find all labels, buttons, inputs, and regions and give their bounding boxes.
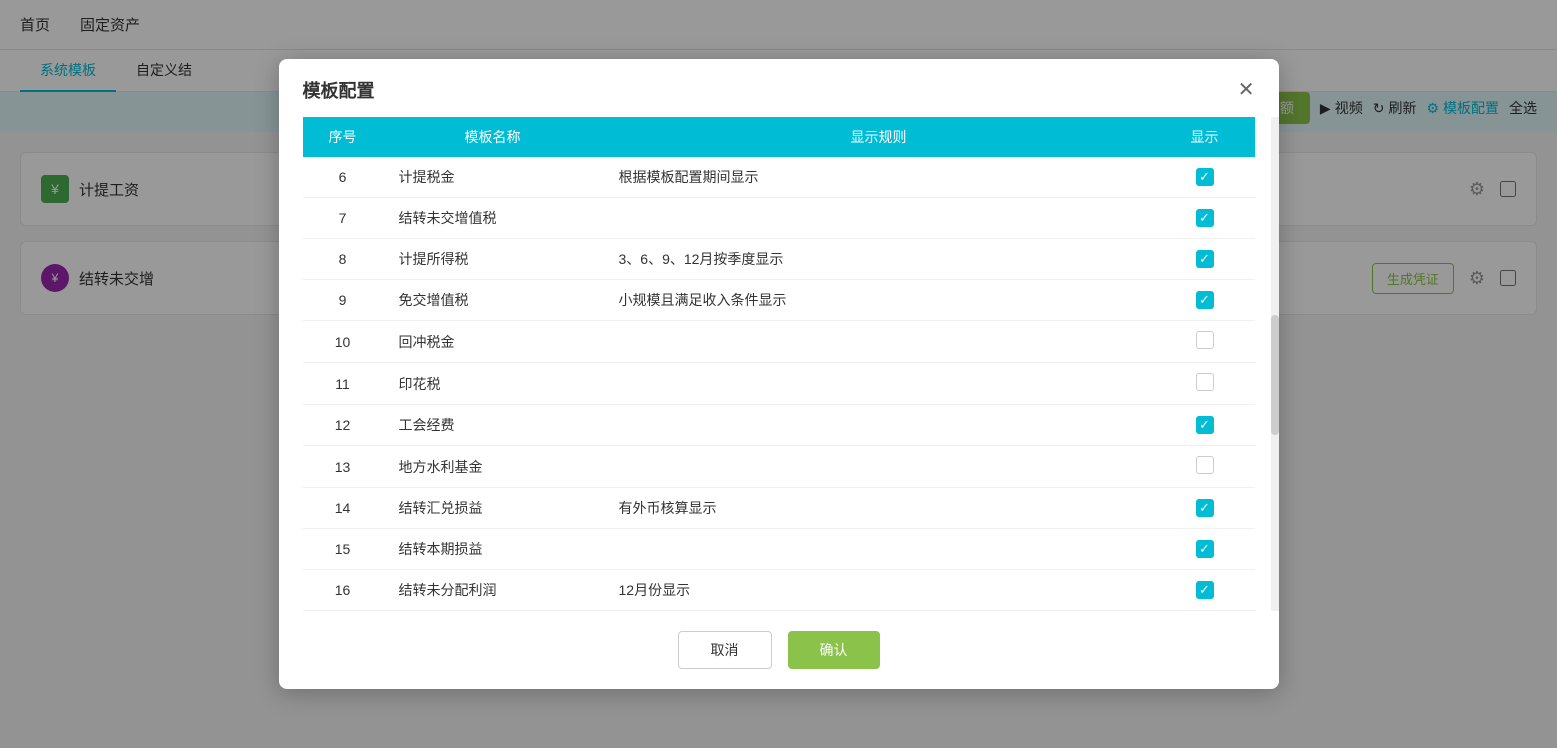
cancel-button[interactable]: 取消 xyxy=(678,631,772,669)
cell-rule: 小规模且满足收入条件显示 xyxy=(603,280,1155,321)
scrollbar-track xyxy=(1271,117,1279,611)
cell-rule: 3、6、9、12月按季度显示 xyxy=(603,239,1155,280)
checkbox-unchecked[interactable] xyxy=(1196,331,1214,349)
cell-checkbox[interactable] xyxy=(1155,198,1255,239)
cell-name: 结转汇兑损益 xyxy=(383,488,603,529)
scrollbar-thumb[interactable] xyxy=(1271,315,1279,435)
table-row: 10回冲税金 xyxy=(303,321,1255,363)
template-table: 序号 模板名称 显示规则 显示 6计提税金根据模板配置期间显示7结转未交增值税8… xyxy=(303,117,1255,611)
cell-seq: 10 xyxy=(303,321,383,363)
cell-checkbox[interactable] xyxy=(1155,488,1255,529)
cell-name: 地方水利基金 xyxy=(383,446,603,488)
cell-name: 计提所得税 xyxy=(383,239,603,280)
cell-checkbox[interactable] xyxy=(1155,239,1255,280)
table-row: 13地方水利基金 xyxy=(303,446,1255,488)
checkbox-checked[interactable] xyxy=(1196,168,1214,186)
table-row: 11印花税 xyxy=(303,363,1255,405)
cell-checkbox[interactable] xyxy=(1155,280,1255,321)
cell-checkbox[interactable] xyxy=(1155,321,1255,363)
table-row: 15结转本期损益 xyxy=(303,529,1255,570)
checkbox-checked[interactable] xyxy=(1196,416,1214,434)
template-config-dialog: 模板配置 ✕ 序号 模板名称 显示规则 显示 6计提税金根据模板配置期间显示7结… xyxy=(279,59,1279,689)
checkbox-unchecked[interactable] xyxy=(1196,373,1214,391)
col-name: 模板名称 xyxy=(383,117,603,157)
cell-name: 回冲税金 xyxy=(383,321,603,363)
cell-rule xyxy=(603,363,1155,405)
cell-rule xyxy=(603,446,1155,488)
cell-rule: 有外币核算显示 xyxy=(603,488,1155,529)
cell-name: 结转本期损益 xyxy=(383,529,603,570)
col-display: 显示 xyxy=(1155,117,1255,157)
col-seq: 序号 xyxy=(303,117,383,157)
table-row: 8计提所得税3、6、9、12月按季度显示 xyxy=(303,239,1255,280)
table-header: 序号 模板名称 显示规则 显示 xyxy=(303,117,1255,157)
cell-seq: 7 xyxy=(303,198,383,239)
table-row: 9免交增值税小规模且满足收入条件显示 xyxy=(303,280,1255,321)
cell-rule xyxy=(603,321,1155,363)
checkbox-checked[interactable] xyxy=(1196,250,1214,268)
cell-rule xyxy=(603,198,1155,239)
cell-checkbox[interactable] xyxy=(1155,363,1255,405)
confirm-button[interactable]: 确认 xyxy=(788,631,880,669)
cell-name: 工会经费 xyxy=(383,405,603,446)
checkbox-checked[interactable] xyxy=(1196,291,1214,309)
checkbox-checked[interactable] xyxy=(1196,499,1214,517)
table-row: 14结转汇兑损益有外币核算显示 xyxy=(303,488,1255,529)
table-body: 6计提税金根据模板配置期间显示7结转未交增值税8计提所得税3、6、9、12月按季… xyxy=(303,157,1255,611)
checkbox-checked[interactable] xyxy=(1196,581,1214,599)
dialog-header: 模板配置 ✕ xyxy=(279,59,1279,117)
table-row: 7结转未交增值税 xyxy=(303,198,1255,239)
dialog-close-button[interactable]: ✕ xyxy=(1238,80,1255,100)
cell-checkbox[interactable] xyxy=(1155,446,1255,488)
dialog-scroll-area[interactable]: 序号 模板名称 显示规则 显示 6计提税金根据模板配置期间显示7结转未交增值税8… xyxy=(279,117,1279,611)
cell-seq: 6 xyxy=(303,157,383,198)
cell-name: 结转未分配利润 xyxy=(383,570,603,611)
cell-checkbox[interactable] xyxy=(1155,157,1255,198)
dialog-scroll-wrapper: 序号 模板名称 显示规则 显示 6计提税金根据模板配置期间显示7结转未交增值税8… xyxy=(279,117,1279,611)
cell-checkbox[interactable] xyxy=(1155,405,1255,446)
cell-checkbox[interactable] xyxy=(1155,570,1255,611)
table-row: 6计提税金根据模板配置期间显示 xyxy=(303,157,1255,198)
cell-seq: 15 xyxy=(303,529,383,570)
cell-seq: 9 xyxy=(303,280,383,321)
checkbox-checked[interactable] xyxy=(1196,540,1214,558)
cell-seq: 16 xyxy=(303,570,383,611)
cell-seq: 11 xyxy=(303,363,383,405)
checkbox-checked[interactable] xyxy=(1196,209,1214,227)
checkbox-unchecked[interactable] xyxy=(1196,456,1214,474)
cell-rule xyxy=(603,405,1155,446)
cell-seq: 14 xyxy=(303,488,383,529)
cell-seq: 12 xyxy=(303,405,383,446)
cell-rule: 12月份显示 xyxy=(603,570,1155,611)
dialog-footer: 取消 确认 xyxy=(279,611,1279,689)
cell-name: 免交增值税 xyxy=(383,280,603,321)
col-rule: 显示规则 xyxy=(603,117,1155,157)
cell-name: 结转未交增值税 xyxy=(383,198,603,239)
table-row: 16结转未分配利润12月份显示 xyxy=(303,570,1255,611)
cell-name: 印花税 xyxy=(383,363,603,405)
cell-name: 计提税金 xyxy=(383,157,603,198)
cell-seq: 13 xyxy=(303,446,383,488)
dialog-title: 模板配置 xyxy=(303,77,375,103)
cell-seq: 8 xyxy=(303,239,383,280)
cell-rule xyxy=(603,529,1155,570)
cell-checkbox[interactable] xyxy=(1155,529,1255,570)
cell-rule: 根据模板配置期间显示 xyxy=(603,157,1155,198)
table-row: 12工会经费 xyxy=(303,405,1255,446)
